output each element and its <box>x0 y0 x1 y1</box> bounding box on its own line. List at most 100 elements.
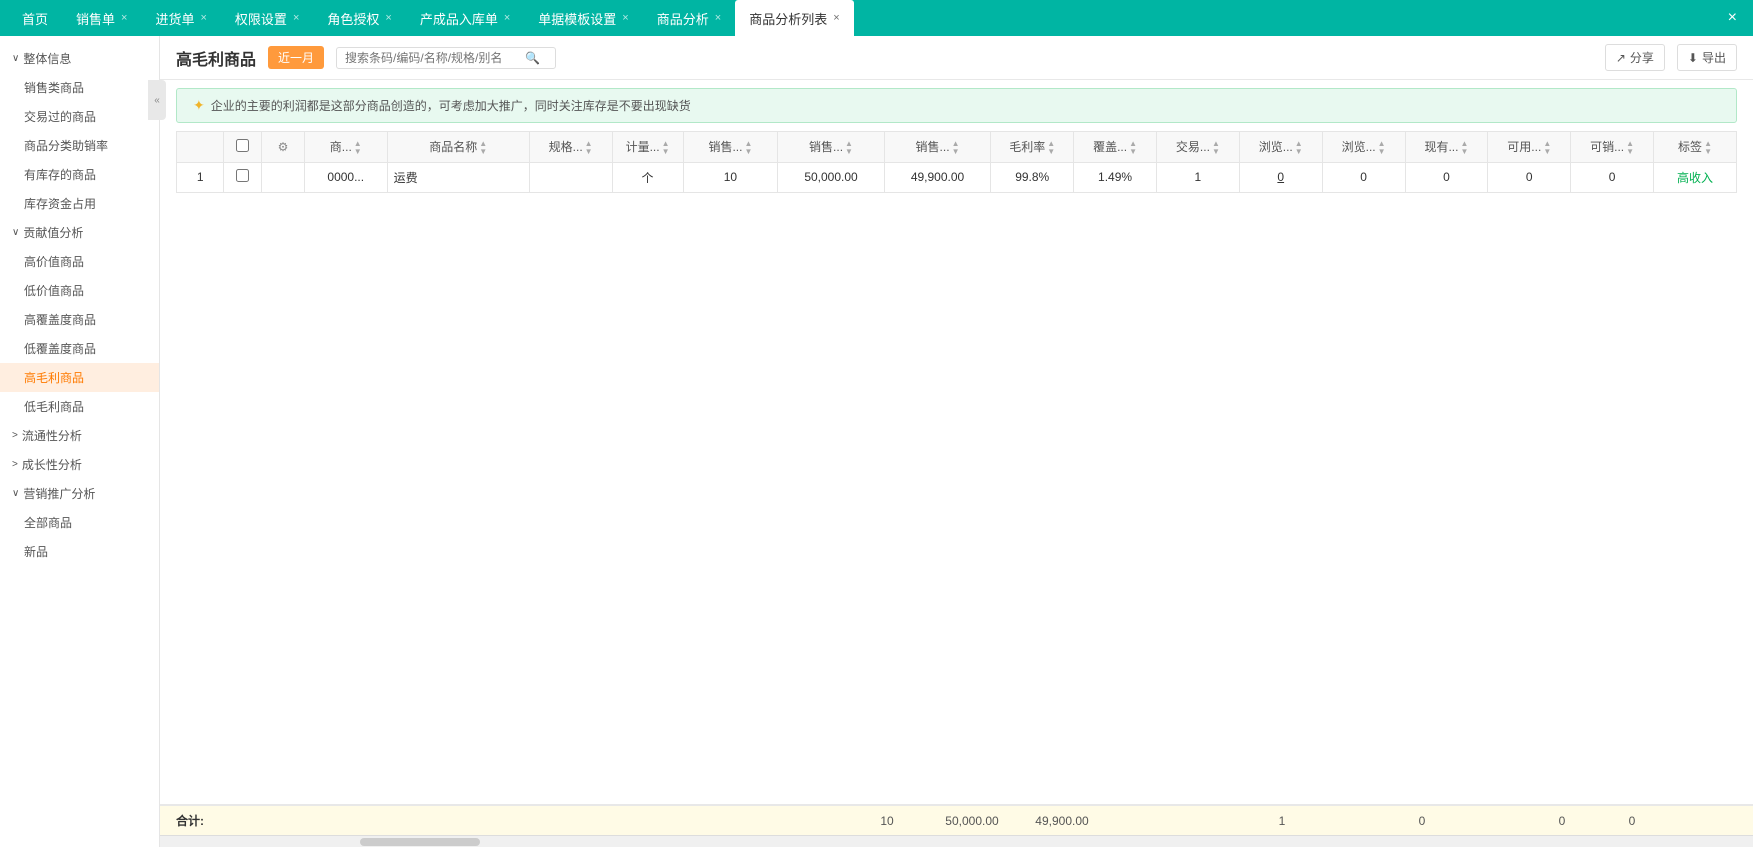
col-header-browse1[interactable]: 浏览...▲▼ <box>1239 132 1322 163</box>
col-header-name[interactable]: 商品名称▲▼ <box>387 132 529 163</box>
nav-tab-8[interactable]: 商品分析列表× <box>735 0 853 36</box>
sidebar-collapse-button[interactable]: « <box>148 80 166 120</box>
cell-num-0: 1 <box>177 162 224 192</box>
col-label-cover: 覆盖... <box>1093 140 1127 154</box>
sidebar-item-1-2[interactable]: 高覆盖度商品 <box>0 305 159 334</box>
col-label-spec: 规格... <box>549 140 583 154</box>
col-header-num[interactable] <box>177 132 224 163</box>
data-table: ⚙商...▲▼商品名称▲▼规格...▲▼计量...▲▼销售...▲▼销售...▲… <box>176 131 1737 193</box>
nav-tab-close-3[interactable]: × <box>293 12 299 24</box>
page-title: 高毛利商品 <box>176 46 256 70</box>
sidebar-item-1-3[interactable]: 低覆盖度商品 <box>0 334 159 363</box>
nav-tab-close-2[interactable]: × <box>200 12 206 24</box>
sort-icon-code[interactable]: ▲▼ <box>354 140 362 156</box>
sidebar-item-4-1[interactable]: 新品 <box>0 537 159 566</box>
nav-tab-close-8[interactable]: × <box>833 12 839 24</box>
sidebar-item-0-0[interactable]: 销售类商品 <box>0 73 159 102</box>
sort-icon-stock1[interactable]: ▲▼ <box>1460 140 1468 156</box>
nav-tab-2[interactable]: 进货单× <box>141 0 220 36</box>
footer-cell-12: 1 <box>1247 814 1317 828</box>
col-header-stock3[interactable]: 可销...▲▼ <box>1571 132 1654 163</box>
nav-tab-0[interactable]: 首页 <box>8 0 62 36</box>
export-button[interactable]: ⬇ 导出 <box>1677 44 1737 71</box>
nav-tab-close-6[interactable]: × <box>622 12 628 24</box>
col-header-trade[interactable]: 交易...▲▼ <box>1156 132 1239 163</box>
sidebar-item-4-0[interactable]: 全部商品 <box>0 508 159 537</box>
nav-tab-close-7[interactable]: × <box>715 12 721 24</box>
sidebar-item-0-1[interactable]: 交易过的商品 <box>0 102 159 131</box>
nav-tab-3[interactable]: 权限设置× <box>221 0 313 36</box>
nav-tab-4[interactable]: 角色授权× <box>313 0 405 36</box>
col-header-gross[interactable]: 毛利率▲▼ <box>991 132 1074 163</box>
sidebar-group-0[interactable]: ∨整体信息 <box>0 44 159 73</box>
nav-tab-1[interactable]: 销售单 × <box>62 0 141 36</box>
sort-icon-sale1[interactable]: ▲▼ <box>744 140 752 156</box>
col-header-cover[interactable]: 覆盖...▲▼ <box>1074 132 1157 163</box>
sidebar-group-arrow-3: > <box>12 459 18 470</box>
sort-icon-sale2[interactable]: ▲▼ <box>845 140 853 156</box>
sort-icon-sale3[interactable]: ▲▼ <box>952 140 960 156</box>
sidebar-item-0-3[interactable]: 有库存的商品 <box>0 160 159 189</box>
sort-icon-tag[interactable]: ▲▼ <box>1704 140 1712 156</box>
filter-recent-month-button[interactable]: 近一月 <box>268 46 324 69</box>
col-header-sale3[interactable]: 销售...▲▼ <box>884 132 991 163</box>
sort-icon-browse2[interactable]: ▲▼ <box>1378 140 1386 156</box>
row-checkbox-0[interactable] <box>236 169 249 182</box>
search-input[interactable] <box>345 51 525 65</box>
footer-cells: 1050,000.0049,900.001000 <box>419 814 1737 828</box>
sidebar-item-0-2[interactable]: 商品分类助销率 <box>0 131 159 160</box>
sort-icon-trade[interactable]: ▲▼ <box>1212 140 1220 156</box>
sidebar-group-2[interactable]: >流通性分析 <box>0 421 159 450</box>
col-header-browse2[interactable]: 浏览...▲▼ <box>1322 132 1405 163</box>
sort-icon-stock2[interactable]: ▲▼ <box>1543 140 1551 156</box>
nav-tab-5[interactable]: 产成品入库单× <box>406 0 524 36</box>
sidebar-item-1-1[interactable]: 低价值商品 <box>0 276 159 305</box>
close-all-button[interactable]: × <box>1720 5 1745 31</box>
sort-icon-stock3[interactable]: ▲▼ <box>1626 140 1634 156</box>
scrollbar-thumb[interactable] <box>360 838 480 846</box>
sidebar-group-1[interactable]: ∨贡献值分析 <box>0 218 159 247</box>
nav-tab-label-1: 销售单 <box>76 9 115 28</box>
sort-icon-gross[interactable]: ▲▼ <box>1047 140 1055 156</box>
footer-cell-4 <box>597 814 717 828</box>
sort-icon-spec[interactable]: ▲▼ <box>585 140 593 156</box>
sort-icon-cover[interactable]: ▲▼ <box>1129 140 1137 156</box>
footer-cell-13 <box>1317 814 1387 828</box>
col-header-check[interactable] <box>224 132 262 163</box>
sidebar-group-4[interactable]: ∨营销推广分析 <box>0 479 159 508</box>
nav-tab-close-4[interactable]: × <box>385 12 391 24</box>
col-header-tag[interactable]: 标签▲▼ <box>1654 132 1737 163</box>
sort-icon-browse1[interactable]: ▲▼ <box>1295 140 1303 156</box>
footer-cell-6 <box>787 814 847 828</box>
share-button[interactable]: ↗ 分享 <box>1605 44 1665 71</box>
sidebar-item-1-5[interactable]: 低毛利商品 <box>0 392 159 421</box>
content-header: 高毛利商品 近一月 🔍 ↗ 分享 ⬇ 导出 <box>160 36 1753 80</box>
col-header-sale1[interactable]: 销售...▲▼ <box>683 132 778 163</box>
col-header-gear[interactable]: ⚙ <box>262 132 305 163</box>
sort-icon-unit[interactable]: ▲▼ <box>662 140 670 156</box>
col-header-sale2[interactable]: 销售...▲▼ <box>778 132 885 163</box>
sidebar-group-3[interactable]: >成长性分析 <box>0 450 159 479</box>
search-icon[interactable]: 🔍 <box>525 51 540 65</box>
nav-tab-close-5[interactable]: × <box>504 12 510 24</box>
cell-stock2-0: 0 <box>1488 162 1571 192</box>
tag-badge-0: 高收入 <box>1677 171 1713 185</box>
col-header-code[interactable]: 商...▲▼ <box>304 132 387 163</box>
sidebar-item-1-4[interactable]: 高毛利商品 <box>0 363 159 392</box>
col-label-browse1: 浏览... <box>1259 140 1293 154</box>
col-header-unit[interactable]: 计量...▲▼ <box>612 132 683 163</box>
sort-icon-name[interactable]: ▲▼ <box>479 140 487 156</box>
nav-tab-6[interactable]: 单据模板设置× <box>524 0 642 36</box>
browse1-link-0[interactable]: 0 <box>1277 170 1284 184</box>
footer-cell-15 <box>1457 814 1527 828</box>
horizontal-scrollbar[interactable] <box>160 835 1753 847</box>
nav-tab-close-1[interactable]: × <box>121 12 127 24</box>
select-all-checkbox[interactable] <box>236 139 249 152</box>
col-header-stock1[interactable]: 现有...▲▼ <box>1405 132 1488 163</box>
col-header-spec[interactable]: 规格...▲▼ <box>529 132 612 163</box>
sidebar-group-arrow-0: ∨ <box>12 53 19 64</box>
sidebar-item-0-4[interactable]: 库存资金占用 <box>0 189 159 218</box>
nav-tab-7[interactable]: 商品分析× <box>643 0 735 36</box>
col-header-stock2[interactable]: 可用...▲▼ <box>1488 132 1571 163</box>
sidebar-item-1-0[interactable]: 高价值商品 <box>0 247 159 276</box>
